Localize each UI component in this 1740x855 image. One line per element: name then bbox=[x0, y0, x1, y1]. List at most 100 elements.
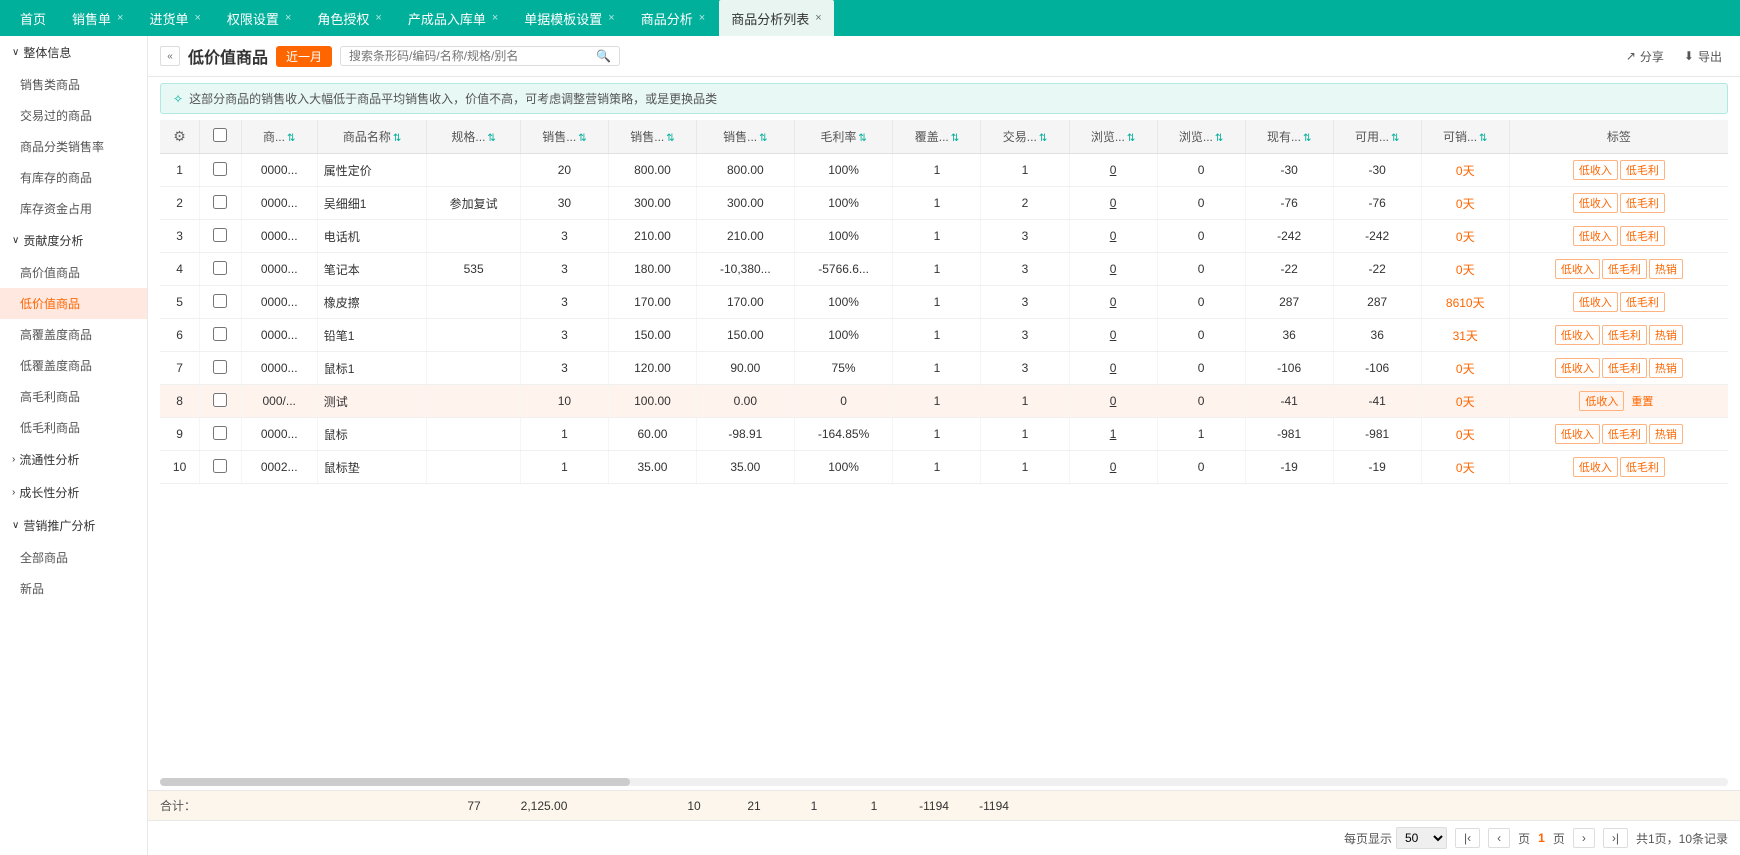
sidebar-item-inventory-funds[interactable]: 库存资金占用 bbox=[0, 193, 147, 224]
col-sale3[interactable]: 销售...⇅ bbox=[697, 120, 795, 154]
col-current-stock[interactable]: 现有...⇅ bbox=[1245, 120, 1333, 154]
row-checkbox[interactable] bbox=[213, 228, 227, 242]
browse-link[interactable]: 0 bbox=[1110, 229, 1117, 243]
cell-checkbox[interactable] bbox=[200, 385, 241, 418]
nav-roles[interactable]: 角色授权× bbox=[305, 0, 393, 36]
browse-link[interactable]: 0 bbox=[1110, 295, 1117, 309]
browse-link[interactable]: 1 bbox=[1110, 427, 1117, 441]
cell-tags: 低收入低毛利热销 bbox=[1509, 418, 1728, 451]
row-checkbox[interactable] bbox=[213, 393, 227, 407]
cell-sale2: 35.00 bbox=[608, 451, 696, 484]
row-checkbox[interactable] bbox=[213, 294, 227, 308]
col-available[interactable]: 可用...⇅ bbox=[1333, 120, 1421, 154]
browse-link[interactable]: 0 bbox=[1110, 460, 1117, 474]
col-sale1[interactable]: 销售...⇅ bbox=[520, 120, 608, 154]
nav-permissions[interactable]: 权限设置× bbox=[215, 0, 303, 36]
tag: 热销 bbox=[1649, 358, 1683, 378]
sidebar-item-traded-products[interactable]: 交易过的商品 bbox=[0, 100, 147, 131]
nav-purchase-order[interactable]: 进货单× bbox=[137, 0, 212, 36]
col-transaction[interactable]: 交易...⇅ bbox=[981, 120, 1069, 154]
search-input[interactable] bbox=[349, 49, 592, 63]
cell-checkbox[interactable] bbox=[200, 319, 241, 352]
cell-checkbox[interactable] bbox=[200, 451, 241, 484]
content-header: « 低价值商品 近一月 🔍 ↗ 分享 ⬇ 导出 bbox=[148, 36, 1740, 77]
browse-link[interactable]: 0 bbox=[1110, 394, 1117, 408]
nav-home[interactable]: 首页 bbox=[8, 0, 58, 36]
cell-checkbox[interactable] bbox=[200, 418, 241, 451]
row-checkbox[interactable] bbox=[213, 459, 227, 473]
cell-current-stock: -981 bbox=[1245, 418, 1333, 451]
col-sale2[interactable]: 销售...⇅ bbox=[608, 120, 696, 154]
sidebar-item-high-profit[interactable]: 高毛利商品 bbox=[0, 381, 147, 412]
cell-coverage: 1 bbox=[893, 319, 981, 352]
cell-browse2: 0 bbox=[1157, 187, 1245, 220]
sidebar-group-contribution[interactable]: ∨贡献度分析 bbox=[0, 224, 147, 257]
browse-link[interactable]: 0 bbox=[1110, 196, 1117, 210]
nav-template-settings[interactable]: 单据模板设置× bbox=[512, 0, 626, 36]
cell-checkbox[interactable] bbox=[200, 154, 241, 187]
table-row: 8 000/... 测试 10 100.00 0.00 0 1 1 0 0 -4… bbox=[160, 385, 1728, 418]
row-checkbox[interactable] bbox=[213, 426, 227, 440]
filter-recent-month-button[interactable]: 近一月 bbox=[276, 46, 332, 67]
nav-product-analysis[interactable]: 商品分析× bbox=[629, 0, 717, 36]
sidebar-item-all-products[interactable]: 全部商品 bbox=[0, 542, 147, 573]
browse-link[interactable]: 0 bbox=[1110, 361, 1117, 375]
col-coverage[interactable]: 覆盖...⇅ bbox=[893, 120, 981, 154]
sidebar-item-stocked-products[interactable]: 有库存的商品 bbox=[0, 162, 147, 193]
sidebar-item-low-coverage[interactable]: 低覆盖度商品 bbox=[0, 350, 147, 381]
cell-checkbox[interactable] bbox=[200, 187, 241, 220]
sidebar-group-growth[interactable]: ›成长性分析 bbox=[0, 476, 147, 509]
col-browse2[interactable]: 浏览...⇅ bbox=[1157, 120, 1245, 154]
sidebar-group-circulation[interactable]: ›流通性分析 bbox=[0, 443, 147, 476]
col-checkbox[interactable] bbox=[200, 120, 241, 154]
nav-product-analysis-list[interactable]: 商品分析列表× bbox=[719, 0, 833, 36]
browse-link[interactable]: 0 bbox=[1110, 262, 1117, 276]
share-button[interactable]: ↗ 分享 bbox=[1620, 46, 1670, 67]
cell-sale1: 30 bbox=[520, 187, 608, 220]
sidebar-item-new-products[interactable]: 新品 bbox=[0, 573, 147, 604]
nav-product-storage[interactable]: 产成品入库单× bbox=[396, 0, 510, 36]
cell-checkbox[interactable] bbox=[200, 352, 241, 385]
scrollbar-thumb[interactable] bbox=[160, 778, 630, 786]
sidebar-item-low-value[interactable]: 低价值商品 bbox=[0, 288, 147, 319]
cell-checkbox[interactable] bbox=[200, 253, 241, 286]
col-code[interactable]: 商...⇅ bbox=[241, 120, 317, 154]
col-sellable[interactable]: 可销...⇅ bbox=[1421, 120, 1509, 154]
col-gear[interactable]: ⚙ bbox=[160, 120, 200, 154]
first-page-button[interactable]: |‹ bbox=[1455, 828, 1480, 848]
col-gross-margin[interactable]: 毛利率⇅ bbox=[794, 120, 893, 154]
horizontal-scrollbar[interactable] bbox=[160, 778, 1728, 786]
cell-checkbox[interactable] bbox=[200, 220, 241, 253]
sidebar-item-sales-products[interactable]: 销售类商品 bbox=[0, 69, 147, 100]
row-checkbox[interactable] bbox=[213, 162, 227, 176]
sidebar-item-category-sales-rate[interactable]: 商品分类销售率 bbox=[0, 131, 147, 162]
nav-sales-order[interactable]: 销售单× bbox=[60, 0, 135, 36]
last-page-button[interactable]: ›| bbox=[1603, 828, 1628, 848]
sidebar-group-overall[interactable]: ∨整体信息 bbox=[0, 36, 147, 69]
prev-page-button[interactable]: ‹ bbox=[1488, 828, 1510, 848]
cell-browse1: 0 bbox=[1069, 352, 1157, 385]
select-all-checkbox[interactable] bbox=[213, 128, 227, 142]
cell-available: -76 bbox=[1333, 187, 1421, 220]
row-checkbox[interactable] bbox=[213, 195, 227, 209]
browse-link[interactable]: 0 bbox=[1110, 328, 1117, 342]
collapse-sidebar-button[interactable]: « bbox=[160, 46, 180, 66]
sidebar-item-high-coverage[interactable]: 高覆盖度商品 bbox=[0, 319, 147, 350]
cell-available: -19 bbox=[1333, 451, 1421, 484]
next-page-button[interactable]: › bbox=[1573, 828, 1595, 848]
row-checkbox[interactable] bbox=[213, 327, 227, 341]
sidebar-item-high-value[interactable]: 高价值商品 bbox=[0, 257, 147, 288]
cell-checkbox[interactable] bbox=[200, 286, 241, 319]
row-checkbox[interactable] bbox=[213, 360, 227, 374]
col-browse1[interactable]: 浏览...⇅ bbox=[1069, 120, 1157, 154]
sidebar-group-marketing[interactable]: ∨营销推广分析 bbox=[0, 509, 147, 542]
sidebar-item-low-profit[interactable]: 低毛利商品 bbox=[0, 412, 147, 443]
export-button[interactable]: ⬇ 导出 bbox=[1678, 46, 1728, 67]
gear-icon[interactable]: ⚙ bbox=[173, 128, 186, 144]
cell-transaction: 3 bbox=[981, 352, 1069, 385]
browse-link[interactable]: 0 bbox=[1110, 163, 1117, 177]
per-page-select[interactable]: 50 100 200 bbox=[1396, 827, 1447, 849]
col-name[interactable]: 商品名称⇅ bbox=[317, 120, 427, 154]
row-checkbox[interactable] bbox=[213, 261, 227, 275]
col-spec[interactable]: 规格...⇅ bbox=[427, 120, 521, 154]
